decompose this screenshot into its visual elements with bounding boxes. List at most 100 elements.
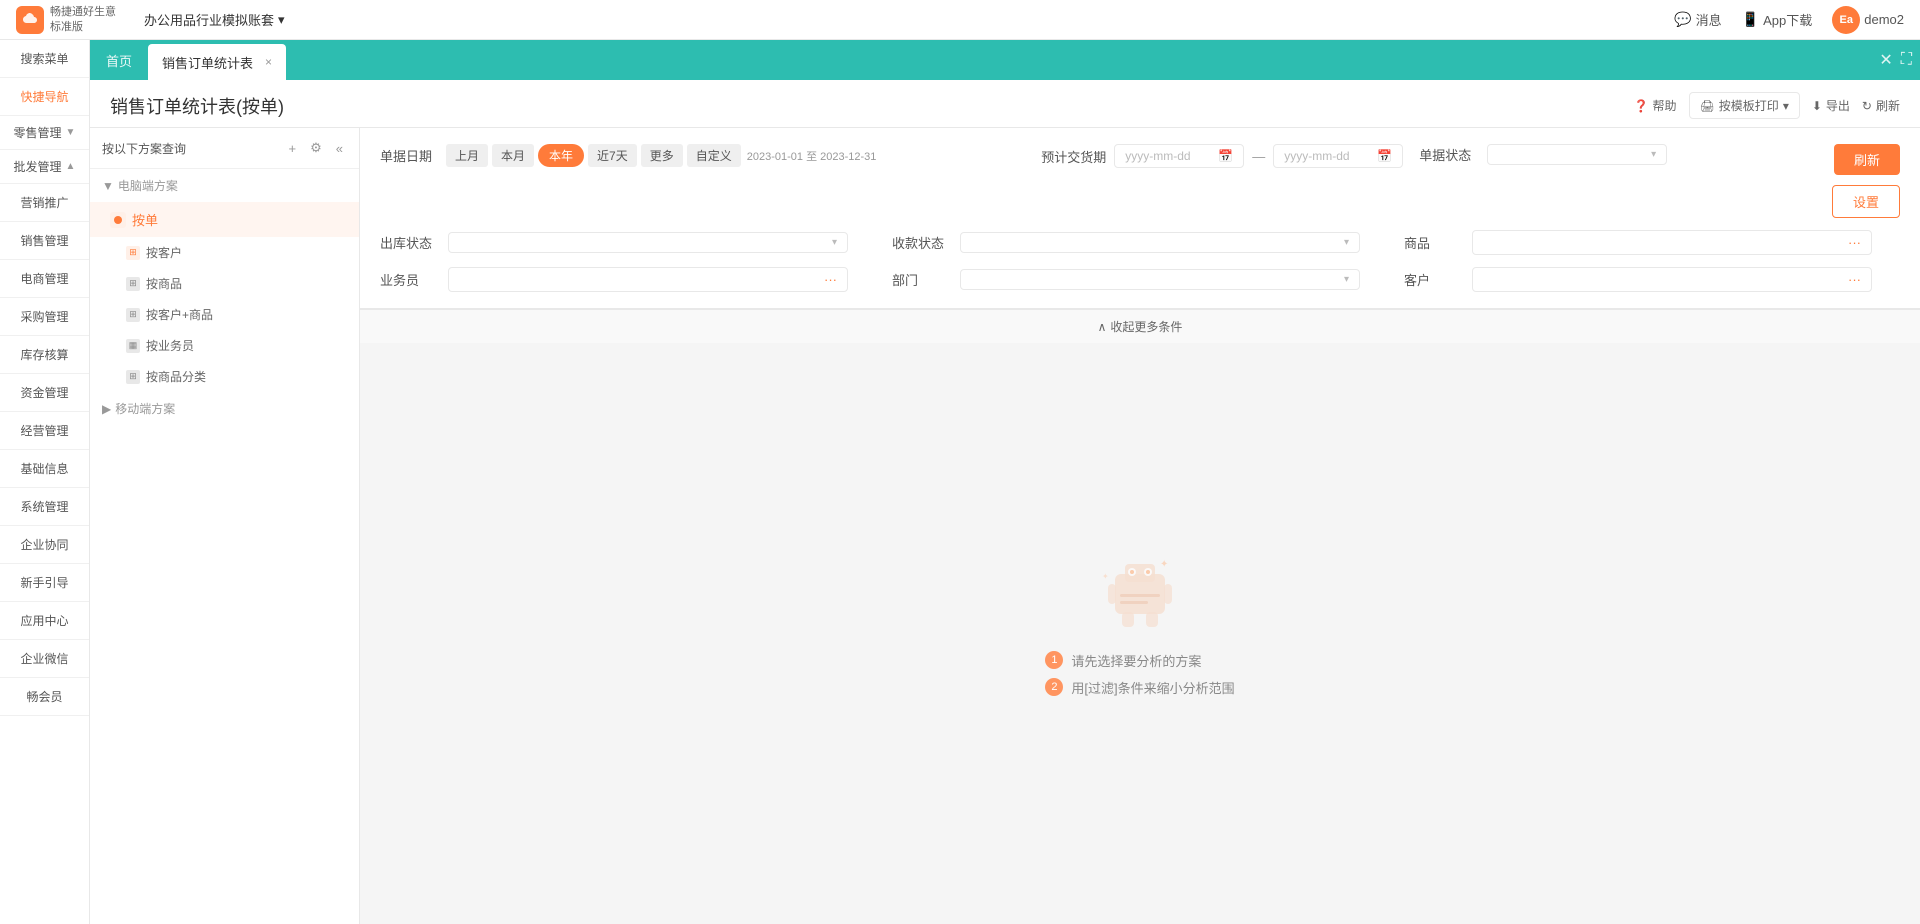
expected-date-label: 预计交货期 [1041, 147, 1106, 166]
tab-close-icon[interactable]: × [265, 55, 272, 69]
date-more-btn[interactable]: 更多 [641, 144, 683, 167]
refresh-button[interactable]: ↻ 刷新 [1862, 97, 1900, 114]
expected-date-end-input[interactable]: yyyy-mm-dd 📅 [1273, 144, 1403, 168]
sidebar-item-member[interactable]: 畅会员 [0, 678, 89, 716]
page-content: 销售订单统计表(按单) ❓ 帮助 🖨 按模板打印 ▾ ⬇ 导出 [90, 80, 1920, 924]
maximize-icon[interactable]: ⛶ [1901, 51, 1912, 69]
dept-select[interactable]: ▾ [960, 269, 1360, 290]
sidebar-item-basics[interactable]: 基础信息 [0, 450, 89, 488]
triangle-icon: ▼ [102, 179, 114, 193]
empty-tips: 1 请先选择要分析的方案 2 用[过滤]条件来缩小分析范围 [1045, 651, 1234, 697]
status-select[interactable]: ▾ [1487, 144, 1667, 165]
goods-select[interactable]: ··· [1472, 230, 1872, 255]
sidebar-item-marketing[interactable]: 营销推广 [0, 184, 89, 222]
sidebar-item-apps[interactable]: 应用中心 [0, 602, 89, 640]
collapse-filter-bar[interactable]: ∧ 收起更多条件 [360, 309, 1920, 343]
sidebar-item-wechat[interactable]: 企业微信 [0, 640, 89, 678]
outstock-select[interactable]: ▾ [448, 232, 848, 253]
triangle-right-icon: ▶ [102, 402, 111, 416]
expected-date-start-input[interactable]: yyyy-mm-dd 📅 [1114, 144, 1244, 168]
tab-sales-order-stats[interactable]: 销售订单统计表 × [148, 44, 286, 80]
chevron-down-icon: ▾ [1783, 99, 1789, 113]
sidebar-item-sales[interactable]: 销售管理 [0, 222, 89, 260]
tab-home[interactable]: 首页 [90, 40, 148, 80]
svg-text:✦: ✦ [1160, 559, 1168, 570]
message-action[interactable]: 💬 消息 [1674, 10, 1721, 29]
scheme-by-staff[interactable]: ▦ 按业务员 [90, 330, 359, 361]
scheme-by-goods[interactable]: ⊞ 按商品 [90, 268, 359, 299]
pc-group-header[interactable]: ▼ 电脑端方案 [90, 169, 359, 202]
sidebar-item-wholesale[interactable]: 批发管理 ▲ [0, 150, 89, 184]
sidebar-item-retail[interactable]: 零售管理 ▼ [0, 116, 89, 150]
avatar: Ea [1832, 6, 1860, 34]
date-this-year-btn[interactable]: 本年 [538, 144, 584, 167]
logo-icon [16, 6, 44, 34]
template-print-button[interactable]: 🖨 按模板打印 ▾ [1689, 92, 1800, 119]
page-header: 销售订单统计表(按单) ❓ 帮助 🖨 按模板打印 ▾ ⬇ 导出 [90, 80, 1920, 128]
scheme-by-customer[interactable]: ⊞ 按客户 [90, 237, 359, 268]
payment-select[interactable]: ▾ [960, 232, 1360, 253]
page-title: 销售订单统计表(按单) [110, 93, 284, 119]
customer-label: 客户 [1404, 270, 1464, 289]
outstock-filter: 出库状态 ▾ [380, 232, 876, 253]
payment-label: 收款状态 [892, 233, 952, 252]
date-7days-btn[interactable]: 近7天 [588, 144, 637, 167]
grid-icon: ⊞ [126, 370, 140, 384]
staff-select[interactable]: ··· [448, 267, 848, 292]
minimize-icon[interactable]: ✕ [1879, 50, 1892, 70]
sidebar-item-enterprise[interactable]: 企业协同 [0, 526, 89, 564]
payment-filter: 收款状态 ▾ [892, 232, 1388, 253]
scheme-by-order[interactable]: 按单 [90, 202, 359, 237]
more-options-icon[interactable]: ··· [824, 272, 837, 287]
customer-select[interactable]: ··· [1472, 267, 1872, 292]
chevron-down-icon: ▾ [1344, 237, 1349, 248]
download-icon: 📱 [1742, 11, 1759, 28]
date-this-month-btn[interactable]: 本月 [492, 144, 534, 167]
content-area: 首页 销售订单统计表 × ✕ ⛶ 销售订单统计表(按单) ❓ 帮助 [90, 40, 1920, 924]
sidebar-item-ecommerce[interactable]: 电商管理 [0, 260, 89, 298]
sidebar-item-newbie[interactable]: 新手引导 [0, 564, 89, 602]
grid-icon: ⊞ [126, 308, 140, 322]
date-custom-btn[interactable]: 自定义 [687, 144, 741, 167]
more-options-icon[interactable]: ··· [1848, 235, 1861, 250]
scheme-by-customer-goods[interactable]: ⊞ 按客户+商品 [90, 299, 359, 330]
logo-area: 畅捷通好生意 标准版 [16, 5, 116, 34]
left-panel: 按以下方案查询 + ⚙ « ▼ 电脑端方案 按单 [90, 128, 360, 924]
staff-label: 业务员 [380, 270, 440, 289]
date-last-month-btn[interactable]: 上月 [446, 144, 488, 167]
calendar-icon: 📅 [1377, 149, 1392, 163]
grid-icon: ⊞ [126, 246, 140, 260]
query-button[interactable]: 刷新 [1834, 144, 1900, 175]
sidebar-item-inventory[interactable]: 库存核算 [0, 336, 89, 374]
workspace-selector[interactable]: 办公用品行业模拟账套 ▾ [144, 10, 285, 29]
settings-button[interactable]: 设置 [1832, 185, 1900, 218]
svg-text:✦: ✦ [1102, 572, 1109, 581]
sidebar-item-system[interactable]: 系统管理 [0, 488, 89, 526]
sidebar-item-finance[interactable]: 资金管理 [0, 374, 89, 412]
empty-illustration: ✦ ✦ [1090, 539, 1190, 639]
sidebar-item-search-menu[interactable]: 搜索菜单 [0, 40, 89, 78]
tip-item-1: 1 请先选择要分析的方案 [1045, 651, 1234, 670]
app-download-action[interactable]: 📱 App下载 [1742, 10, 1813, 29]
sidebar-item-operations[interactable]: 经营管理 [0, 412, 89, 450]
chevron-down-icon: ▾ [278, 12, 285, 28]
more-options-icon[interactable]: ··· [1848, 272, 1861, 287]
tab-bar-right: ✕ ⛶ [1879, 50, 1920, 70]
user-area[interactable]: Ea demo2 [1832, 6, 1904, 34]
help-button[interactable]: ❓ 帮助 [1634, 97, 1677, 114]
add-scheme-icon[interactable]: + [285, 139, 301, 158]
message-icon: 💬 [1674, 11, 1691, 28]
collapse-panel-icon[interactable]: « [332, 139, 347, 158]
sidebar-item-purchase[interactable]: 采购管理 [0, 298, 89, 336]
chevron-down-icon: ▾ [832, 237, 837, 248]
sidebar-item-quick-nav[interactable]: 快捷导航 [0, 78, 89, 116]
chevron-down-icon: ▾ [1651, 149, 1656, 160]
export-button[interactable]: ⬇ 导出 [1812, 97, 1850, 114]
right-content: 单据日期 上月 本月 本年 近7天 更多 自定义 2023-01-01 至 20… [360, 128, 1920, 924]
goods-filter: 商品 ··· [1404, 230, 1900, 255]
action-buttons: 刷新 设置 [1832, 144, 1900, 218]
mobile-group-header[interactable]: ▶ 移动端方案 [90, 392, 359, 425]
scheme-by-category[interactable]: ⊞ 按商品分类 [90, 361, 359, 392]
collapse-icon: ∧ [1098, 320, 1107, 334]
settings-icon[interactable]: ⚙ [306, 138, 326, 158]
